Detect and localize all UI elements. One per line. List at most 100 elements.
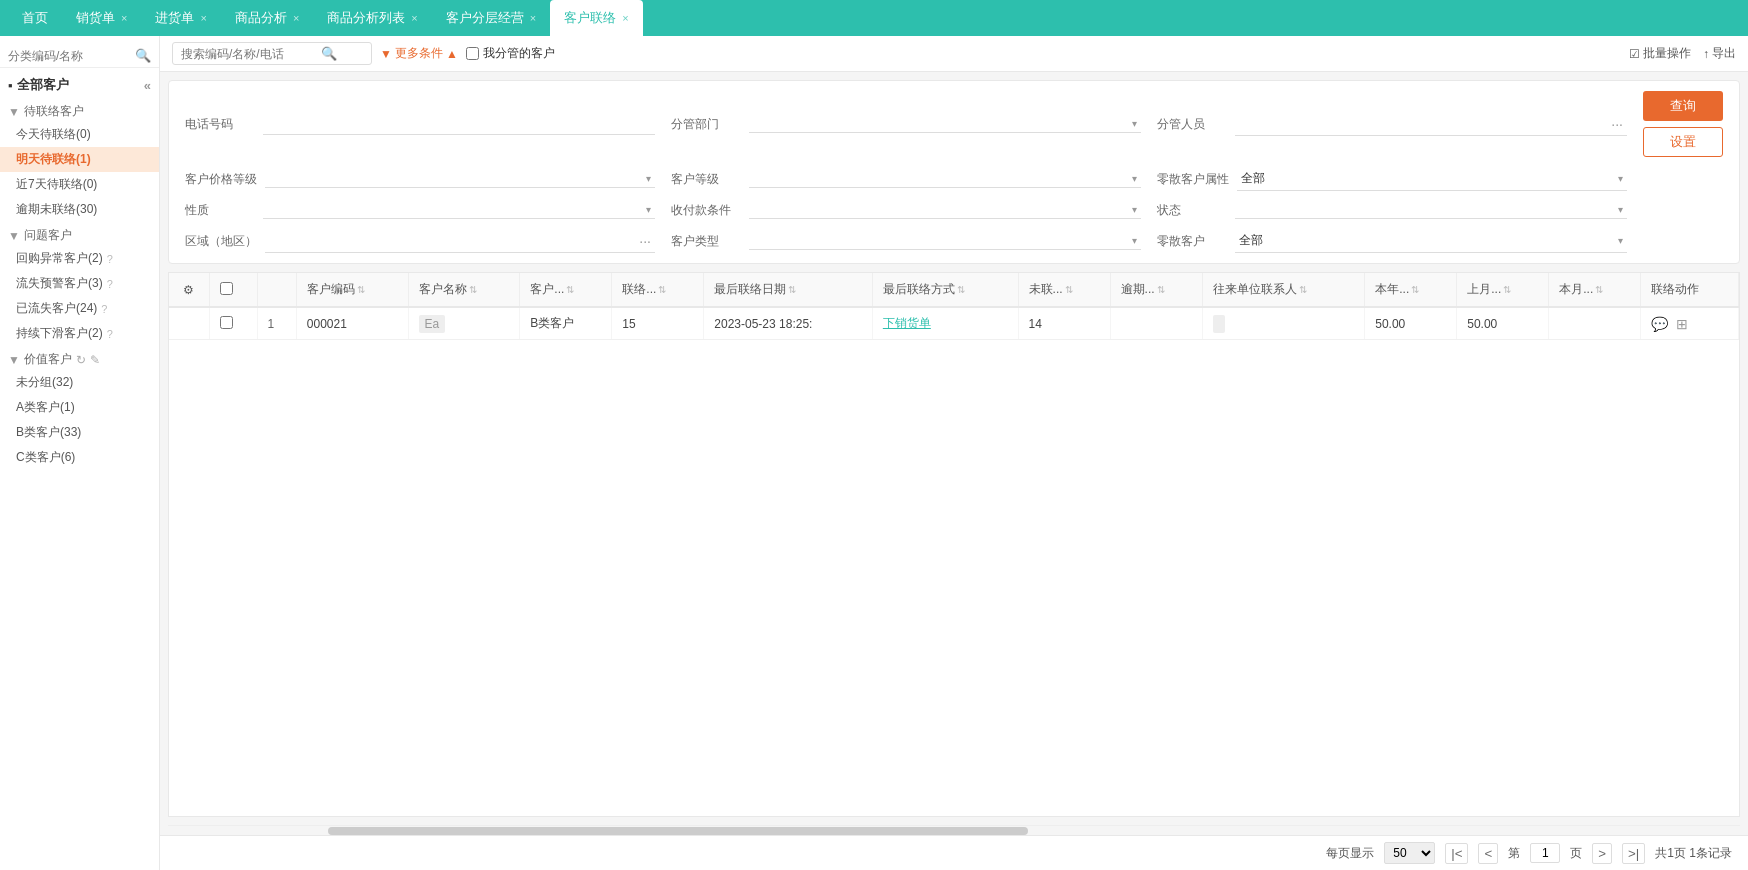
filter-retail-select[interactable]: 全部 ▾ (1237, 167, 1627, 191)
chevron-down-icon: ▾ (1132, 235, 1137, 246)
filter-status-select[interactable]: ▾ (1235, 201, 1627, 219)
nav-customer-contact[interactable]: 客户联络 × (550, 0, 642, 36)
select-all-checkbox[interactable] (220, 282, 233, 295)
th-last-date[interactable]: 最后联络日期⇅ (704, 273, 873, 307)
export-icon: ↑ (1703, 47, 1709, 61)
th-type[interactable]: 客户...⇅ (520, 273, 612, 307)
sidebar-item-c-customers[interactable]: C类客户(6) (0, 445, 159, 470)
horizontal-scrollbar[interactable] (168, 825, 1740, 835)
filter-cust-level-select[interactable]: ▾ (749, 170, 1141, 188)
th-code[interactable]: 客户编码⇅ (296, 273, 408, 307)
th-last-method[interactable]: 最后联络方式⇅ (872, 273, 1018, 307)
nav-home[interactable]: 首页 (8, 0, 62, 36)
sidebar-item-week-contact[interactable]: 近7天待联络(0) (0, 172, 159, 197)
filter-phone-input[interactable] (263, 114, 655, 135)
help-icon[interactable]: ? (107, 328, 113, 340)
sidebar-item-today-contact[interactable]: 今天待联络(0) (0, 122, 159, 147)
filter-nature-select[interactable]: ▾ (263, 201, 655, 219)
dots-icon[interactable]: ··· (639, 233, 651, 249)
filter-cust-level-label: 客户等级 (671, 171, 741, 188)
filter-payment-select[interactable]: ▾ (749, 201, 1141, 219)
td-overdue (1110, 307, 1202, 340)
sidebar-item-a-customers[interactable]: A类客户(1) (0, 395, 159, 420)
sidebar-item-ungrouped[interactable]: 未分组(32) (0, 370, 159, 395)
sidebar-item-churned[interactable]: 已流失客户(24) ? (0, 296, 159, 321)
td-last-date: 2023-05-23 18:25: (704, 307, 873, 340)
query-button[interactable]: 查询 (1643, 91, 1723, 121)
th-last-month[interactable]: 上月...⇅ (1457, 273, 1549, 307)
refresh-icon[interactable]: ↻ (76, 353, 86, 367)
nav-product-analysis[interactable]: 商品分析 × (221, 0, 313, 36)
td-contacts: 15 (612, 307, 704, 340)
th-name[interactable]: 客户名称⇅ (408, 273, 520, 307)
close-icon[interactable]: × (293, 12, 299, 24)
help-icon[interactable]: ? (101, 303, 107, 315)
table-row: 1 000021 Ea B类客户 15 2023-05-23 18:25: 下销… (169, 307, 1739, 340)
sidebar-search-icon[interactable]: 🔍 (135, 48, 151, 63)
checkbox-icon: ☑ (1629, 47, 1640, 61)
action-contact-icon[interactable]: 💬 (1651, 316, 1668, 332)
set-button[interactable]: 设置 (1643, 127, 1723, 157)
table-header-row: ⚙ 客户编码⇅ 客户名称⇅ 客户...⇅ 联络...⇅ 最后联络日期⇅ 最后联络… (169, 273, 1739, 307)
th-index (257, 273, 296, 307)
all-customers-title[interactable]: ▪ 全部客户 « (0, 72, 159, 98)
th-settings[interactable]: ⚙ (169, 273, 209, 307)
scrollbar-thumb[interactable] (328, 827, 1028, 835)
td-company-contact (1202, 307, 1365, 340)
filter-cust-type-select[interactable]: ▾ (749, 232, 1141, 250)
last-method-link[interactable]: 下销货单 (883, 316, 931, 330)
close-icon[interactable]: × (121, 12, 127, 24)
per-page-select[interactable]: 50 100 200 (1384, 842, 1435, 864)
close-icon[interactable]: × (200, 12, 206, 24)
next-page-button[interactable]: > (1592, 843, 1612, 864)
th-contacts[interactable]: 联络...⇅ (612, 273, 704, 307)
search-button[interactable]: 🔍 (321, 46, 337, 61)
filter-region: 区域（地区） ··· (185, 230, 655, 253)
filter-dept-select[interactable]: ▾ (749, 115, 1141, 133)
filter-region-select[interactable]: ··· (265, 230, 655, 253)
search-input[interactable] (181, 47, 321, 61)
nav-product-analysis-list[interactable]: 商品分析列表 × (313, 0, 431, 36)
nav-customer-tier[interactable]: 客户分层经营 × (432, 0, 550, 36)
my-customers-check-input[interactable] (466, 47, 479, 60)
dots-icon[interactable]: ··· (1611, 116, 1623, 132)
my-customers-checkbox[interactable]: 我分管的客户 (466, 45, 555, 62)
nav-purchase-order[interactable]: 进货单 × (141, 0, 220, 36)
collapse-icon[interactable]: « (144, 78, 151, 93)
help-icon[interactable]: ? (107, 278, 113, 290)
close-icon[interactable]: × (622, 12, 628, 24)
batch-op-button[interactable]: ☑ 批量操作 (1629, 45, 1691, 62)
sidebar-item-repurchase-abnormal[interactable]: 回购异常客户(2) ? (0, 246, 159, 271)
more-conditions-button[interactable]: ▼ 更多条件 ▲ (380, 45, 458, 62)
close-icon[interactable]: × (530, 12, 536, 24)
nav-sales-order[interactable]: 销货单 × (62, 0, 141, 36)
th-unlinked[interactable]: 未联...⇅ (1018, 273, 1110, 307)
last-page-button[interactable]: >| (1622, 843, 1645, 864)
action-more-icon[interactable]: ⊞ (1676, 316, 1688, 332)
sidebar-item-declining[interactable]: 持续下滑客户(2) ? (0, 321, 159, 346)
prev-page-button[interactable]: < (1478, 843, 1498, 864)
edit-icon[interactable]: ✎ (90, 353, 100, 367)
triangle-icon: ▼ (8, 353, 20, 367)
td-code: 000021 (296, 307, 408, 340)
row-checkbox[interactable] (220, 316, 233, 329)
th-this-month[interactable]: 本月...⇅ (1549, 273, 1641, 307)
first-page-button[interactable]: |< (1445, 843, 1468, 864)
th-overdue[interactable]: 逾期...⇅ (1110, 273, 1202, 307)
sidebar-search-input[interactable] (8, 49, 135, 63)
sidebar-item-churn-warning[interactable]: 流失预警客户(3) ? (0, 271, 159, 296)
customer-table: ⚙ 客户编码⇅ 客户名称⇅ 客户...⇅ 联络...⇅ 最后联络日期⇅ 最后联络… (169, 273, 1739, 340)
page-number-input[interactable] (1530, 843, 1560, 863)
th-this-year[interactable]: 本年...⇅ (1365, 273, 1457, 307)
sidebar-item-b-customers[interactable]: B类客户(33) (0, 420, 159, 445)
sidebar-item-tomorrow-contact[interactable]: 明天待联络(1) (0, 147, 159, 172)
export-button[interactable]: ↑ 导出 (1703, 45, 1736, 62)
filter-manager-select[interactable]: ··· (1235, 113, 1627, 136)
close-icon[interactable]: × (411, 12, 417, 24)
help-icon[interactable]: ? (107, 253, 113, 265)
sidebar-item-overdue-contact[interactable]: 逾期未联络(30) (0, 197, 159, 222)
filter-price-select[interactable]: ▾ (265, 170, 655, 188)
th-company-contact[interactable]: 往来单位联系人⇅ (1202, 273, 1365, 307)
chevron-down-icon: ▾ (1618, 235, 1623, 246)
filter-retail-cust-select[interactable]: 全部 ▾ (1235, 229, 1627, 253)
